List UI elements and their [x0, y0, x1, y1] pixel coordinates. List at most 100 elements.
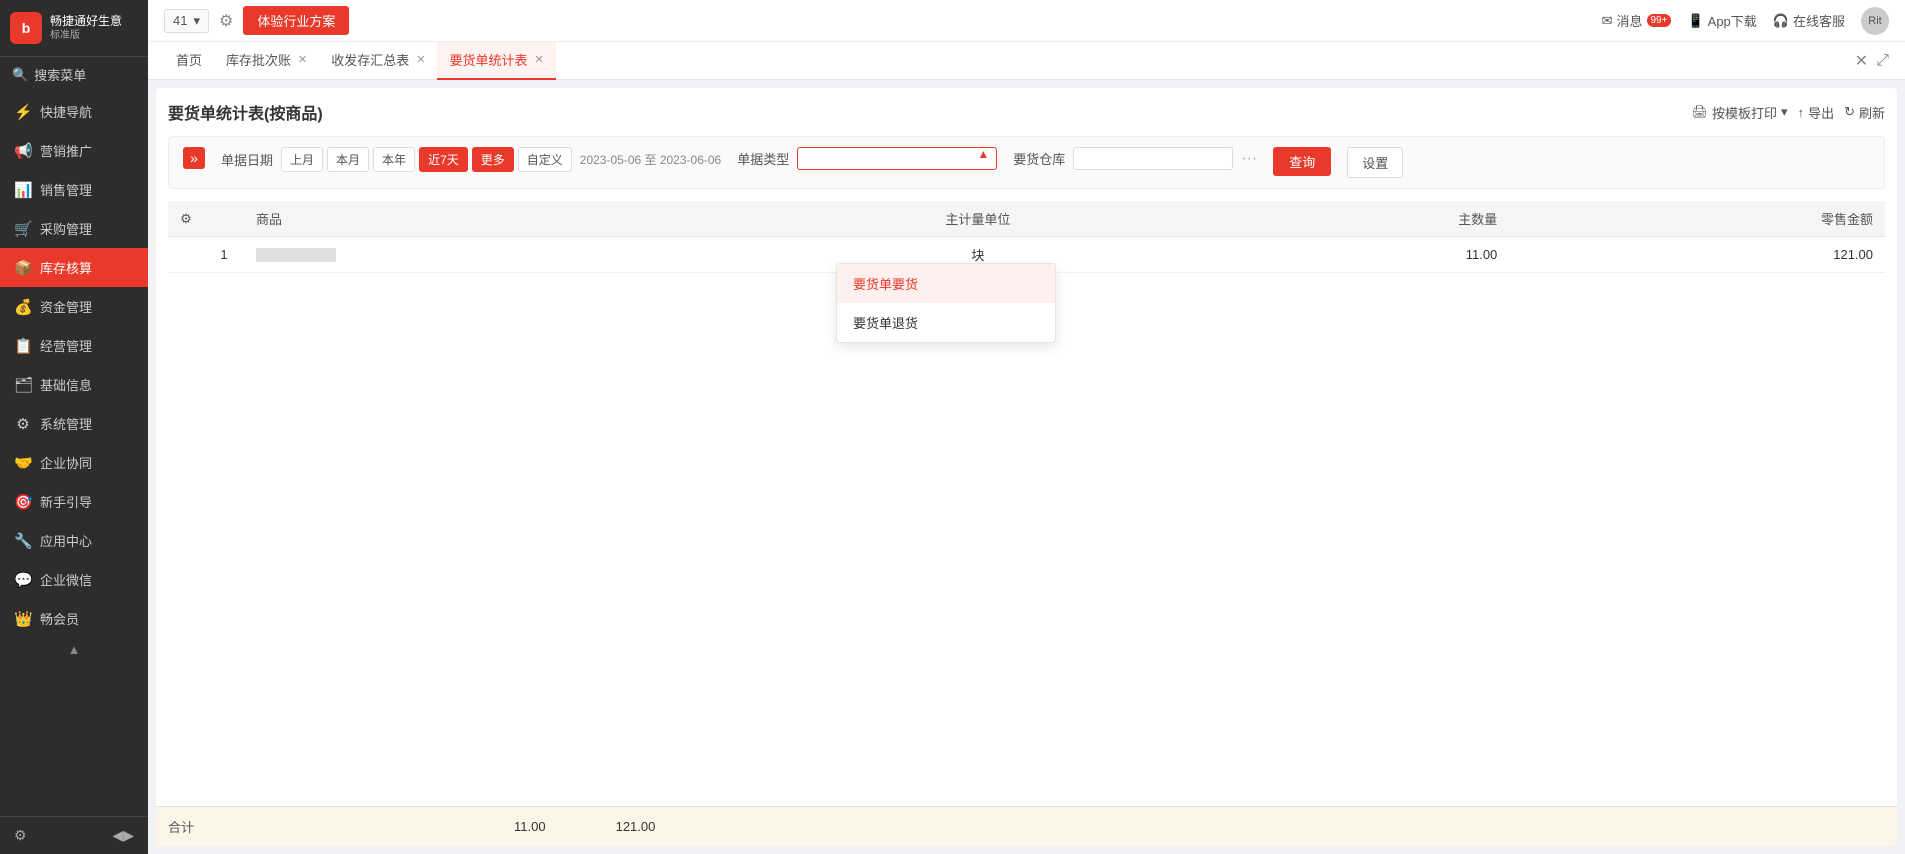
sidebar-item-finance[interactable]: 💰 资金管理 — [0, 287, 148, 326]
search-menu[interactable]: 🔍 搜索菜单 — [0, 57, 148, 92]
page-actions: 🖨 按模板打印 ▾ ↑ 导出 ↻ 刷新 — [1692, 103, 1886, 122]
filter-bar: » 单据日期 上月 本月 本年 近7天 更多 自定义 2023-05-06 至 … — [168, 136, 1885, 189]
collapse-icon[interactable]: ◀▶ — [112, 827, 134, 844]
nav-label-system: 系统管理 — [40, 414, 92, 433]
avatar[interactable]: Rit — [1861, 7, 1889, 35]
app-logo: b — [10, 12, 42, 44]
refresh-icon: ↻ — [1844, 104, 1855, 120]
message-icon: ✉ — [1602, 13, 1613, 29]
settings-icon[interactable]: ⚙ — [14, 827, 27, 844]
messages-badge: 99+ — [1647, 14, 1672, 27]
nav-icon-marketing: 📢 — [14, 142, 32, 160]
th-product: 商品 — [244, 201, 758, 237]
filter-expand-button[interactable]: » — [183, 147, 205, 169]
date-btn-this-month[interactable]: 本月 — [327, 147, 369, 172]
query-button[interactable]: 查询 — [1273, 147, 1331, 176]
th-index — [204, 201, 244, 237]
td-quantity: 11.00 — [1198, 237, 1509, 273]
export-button[interactable]: ↑ 导出 — [1798, 103, 1835, 122]
nav-label-member: 畅会员 — [40, 609, 79, 628]
nav-label-marketing: 营销推广 — [40, 141, 92, 160]
th-settings: ⚙ — [168, 201, 204, 237]
date-btn-more[interactable]: 更多 — [472, 147, 514, 172]
sidebar-item-system[interactable]: ⚙ 系统管理 — [0, 404, 148, 443]
settings-button[interactable]: 设置 — [1347, 147, 1403, 178]
print-template-button[interactable]: 🖨 按模板打印 ▾ — [1692, 103, 1788, 122]
tab-close-order-summary[interactable]: ✕ — [535, 53, 544, 66]
warehouse-filter-group: 要货仓库 ··· — [1013, 147, 1257, 170]
td-settings — [168, 237, 204, 273]
sidebar-item-enterprise[interactable]: 🤝 企业协同 — [0, 443, 148, 482]
tab-home[interactable]: 首页 — [164, 42, 214, 80]
tab-receipt-summary[interactable]: 收发存汇总表 ✕ — [319, 42, 437, 80]
app-download-button[interactable]: 📱 App下载 — [1687, 11, 1756, 30]
nav-icon-operation: 📋 — [14, 337, 32, 355]
nav-icon-quick-nav: ⚡ — [14, 103, 32, 121]
nav-icon-basic: 🗂 — [14, 376, 32, 394]
date-filter-buttons: 上月 本月 本年 近7天 更多 自定义 — [281, 147, 572, 172]
nav-label-app-center: 应用中心 — [40, 531, 92, 550]
date-range-text: 2023-05-06 至 2023-06-06 — [580, 151, 721, 168]
type-filter-group: 单据类型 ▲ — [737, 147, 997, 170]
footer-amount: 121.00 — [616, 819, 656, 834]
sidebar-item-quick-nav[interactable]: ⚡ 快捷导航 — [0, 92, 148, 131]
account-selector[interactable]: 41 ▾ — [164, 9, 209, 33]
sidebar-item-marketing[interactable]: 📢 营销推广 — [0, 131, 148, 170]
sidebar-item-guide[interactable]: 🎯 新手引导 — [0, 482, 148, 521]
product-redacted — [256, 248, 336, 262]
warehouse-filter-label: 要货仓库 — [1013, 149, 1065, 168]
top-header: 41 ▾ ⚙ 体验行业方案 ✉ 消息 99+ 📱 App下载 🎧 在线客服 Ri… — [148, 0, 1905, 42]
type-filter-input[interactable] — [797, 147, 997, 170]
tab-label-home: 首页 — [176, 50, 202, 69]
nav-label-weixin: 企业微信 — [40, 570, 92, 589]
nav-label-operation: 经营管理 — [40, 336, 92, 355]
print-chevron-icon: ▾ — [1781, 104, 1788, 120]
dropdown-item-order-return[interactable]: 要货单退货 — [837, 303, 1055, 342]
sidebar-item-inventory[interactable]: 📦 库存核算 — [0, 248, 148, 287]
sidebar-item-sales[interactable]: 📊 销售管理 — [0, 170, 148, 209]
footer-quantity: 11.00 — [514, 819, 546, 834]
sidebar-item-basic[interactable]: 🗂 基础信息 — [0, 365, 148, 404]
tab-inventory-batch[interactable]: 库存批次账 ✕ — [214, 42, 319, 80]
nav-icon-inventory: 📦 — [14, 259, 32, 277]
nav-label-basic: 基础信息 — [40, 375, 92, 394]
filter-more-options-icon[interactable]: ··· — [1241, 150, 1257, 168]
maximize-tab-button[interactable]: ⤢ — [1876, 52, 1889, 70]
type-filter-label: 单据类型 — [737, 149, 789, 168]
sidebar-item-app-center[interactable]: 🔧 应用中心 — [0, 521, 148, 560]
type-dropdown: 要货单要货 要货单退货 — [836, 263, 1056, 343]
date-btn-last-month[interactable]: 上月 — [281, 147, 323, 172]
dropdown-item-order-goods[interactable]: 要货单要货 — [837, 264, 1055, 303]
print-icon: 🖨 — [1692, 104, 1709, 120]
sidebar-item-member[interactable]: 👑 畅会员 — [0, 599, 148, 638]
tab-close-receipt-summary[interactable]: ✕ — [416, 53, 425, 66]
close-tab-button[interactable]: ✕ — [1855, 51, 1868, 71]
sidebar-scroll-up[interactable]: ▲ — [0, 638, 148, 658]
tabs-right: ✕ ⤢ — [1855, 51, 1889, 71]
online-service-button[interactable]: 🎧 在线客服 — [1773, 11, 1845, 30]
sidebar-item-operation[interactable]: 📋 经营管理 — [0, 326, 148, 365]
tab-order-summary[interactable]: 要货单统计表 ✕ — [437, 42, 555, 80]
sidebar-item-weixin[interactable]: 💬 企业微信 — [0, 560, 148, 599]
tab-close-inventory-batch[interactable]: ✕ — [298, 53, 307, 66]
nav-label-sales: 销售管理 — [40, 180, 92, 199]
nav-icon-purchase: 🛒 — [14, 220, 32, 238]
messages-button[interactable]: ✉ 消息 99+ — [1602, 11, 1672, 30]
td-index: 1 — [204, 237, 244, 273]
industry-button[interactable]: 体验行业方案 — [243, 6, 349, 35]
date-btn-custom[interactable]: 自定义 — [518, 147, 572, 172]
account-number: 41 — [173, 13, 187, 28]
refresh-button[interactable]: ↻ 刷新 — [1844, 103, 1885, 122]
app-title: 畅捷通好生意 标准版 — [50, 14, 122, 43]
nav-label-finance: 资金管理 — [40, 297, 92, 316]
th-unit: 主计量单位 — [758, 201, 1198, 237]
date-btn-this-year[interactable]: 本年 — [373, 147, 415, 172]
warehouse-filter-input[interactable] — [1073, 147, 1233, 170]
sidebar-item-purchase[interactable]: 🛒 采购管理 — [0, 209, 148, 248]
td-amount: 121.00 — [1509, 237, 1885, 273]
page-title: 要货单统计表(按商品) — [168, 100, 323, 124]
date-btn-7days[interactable]: 近7天 — [419, 147, 468, 172]
column-settings-icon[interactable]: ⚙ — [180, 211, 192, 226]
nav-icon-enterprise: 🤝 — [14, 454, 32, 472]
gear-icon[interactable]: ⚙ — [219, 11, 233, 31]
